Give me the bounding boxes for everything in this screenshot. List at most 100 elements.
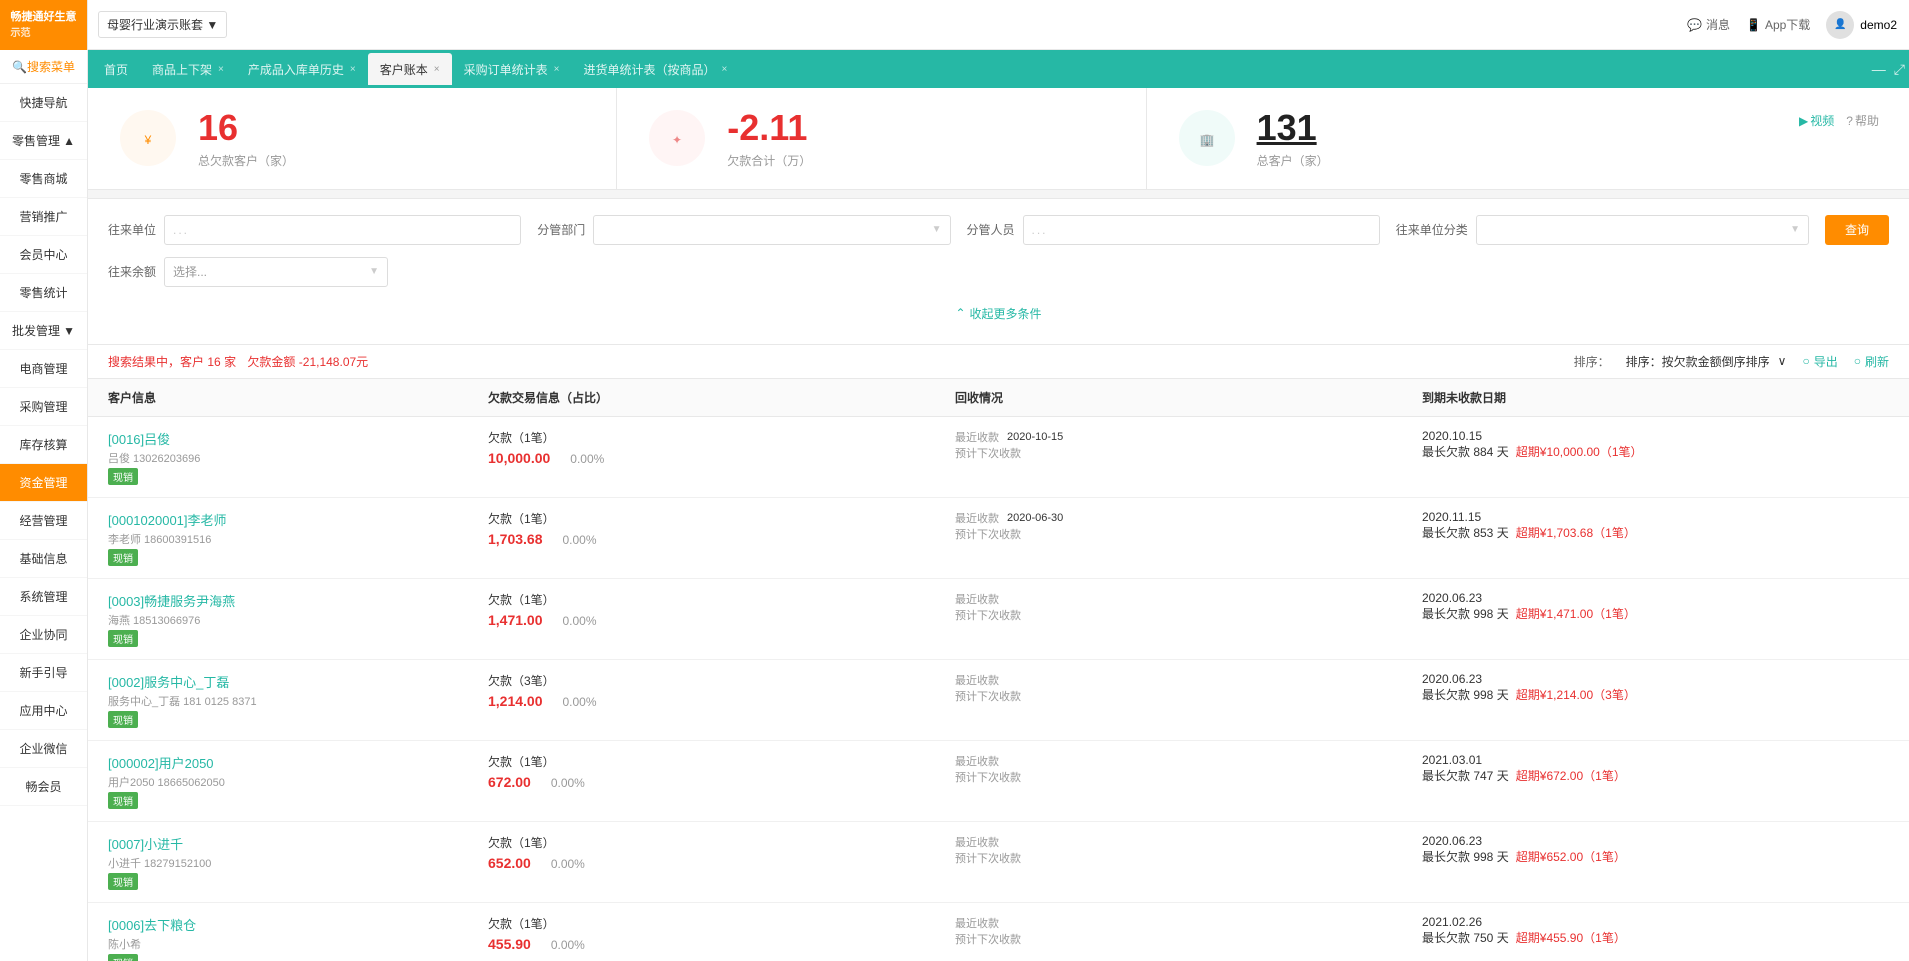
tab-production-history[interactable]: 产成品入库单历史 × [236,53,368,85]
source-unit-input[interactable]: ... [164,215,521,245]
overdue-link-3[interactable]: 超期¥1,214.00（3笔） [1516,688,1636,702]
overdue-info-2: 最长欠款 998 天 超期¥1,471.00（1笔） [1422,605,1889,622]
svg-text:🏢: 🏢 [1199,133,1214,147]
sidebar-item-basic-info[interactable]: 基础信息 [0,540,87,578]
video-btn[interactable]: ▶ 视频 [1799,112,1834,129]
tab-goods-stats[interactable]: 进货单统计表（按商品） × [571,53,739,85]
filter-area: 往来单位 ... 分管部门 ▼ 分管人员 ... [88,198,1909,344]
result-debt-value: -21,148.07元 [299,355,368,369]
sidebar-item-batch-mgmt[interactable]: 批发管理 ▼ [0,312,87,350]
recovery-label-2: 最近收款 [955,591,999,607]
sidebar-item-purchase[interactable]: 采购管理 [0,388,87,426]
msg-label: 消息 [1706,16,1730,33]
filter-balance: 往来余额 选择... ▼ [108,257,388,287]
table-row: [0006]去下粮仓 陈小希 现销 欠款（1笔） 455.90 0.00% 最近… [88,903,1909,961]
message-btn[interactable]: 💬 消息 [1687,16,1730,33]
debt-ratio-5: 0.00% [551,857,585,871]
svg-text:✦: ✦ [672,133,682,147]
sidebar-item-ecom[interactable]: 电商管理 [0,350,87,388]
tab-minimize-icon[interactable]: — [1872,61,1886,78]
manager-input[interactable]: ... [1023,215,1380,245]
tab-home[interactable]: 首页 [92,53,140,85]
overdue-link-0[interactable]: 超期¥10,000.00（1笔） [1516,445,1643,459]
sidebar-item-inventory[interactable]: 库存核算 [0,426,87,464]
debt-ratio-3: 0.00% [563,695,597,709]
ops-label: 经营管理 [19,514,67,528]
sidebar-item-enterprise[interactable]: 企业协同 [0,616,87,654]
logo-text: 畅捷通好生意 [11,11,77,24]
tab-customer-account[interactable]: 客户账本 × [368,53,452,85]
sidebar-item-sys[interactable]: 系统管理 [0,578,87,616]
search-menu-btn[interactable]: 🔍 搜索菜单 [0,50,87,84]
sidebar-item-member[interactable]: 会员中心 [0,236,87,274]
help-btn[interactable]: ? 帮助 [1846,112,1879,129]
overdue-link-4[interactable]: 超期¥672.00（1笔） [1516,769,1626,783]
debt-info-4: 欠款（1笔） 672.00 0.00% [488,753,955,794]
app-center-label: 应用中心 [19,704,67,718]
debt-amount-0: 10,000.00 [488,450,550,466]
customer-tag-6: 现销 [108,954,138,961]
sidebar-item-retail-mgmt[interactable]: 零售管理 ▲ [0,122,87,160]
debt-row-4: 672.00 0.00% [488,774,955,790]
tab-maximize-icon[interactable]: ⤢ [1894,61,1905,78]
debt-count-1: 欠款（1笔） [488,510,955,527]
quick-nav-label: 快捷导航 [19,96,67,110]
recovery-next-0: 预计下次收款 [955,445,1422,461]
dept-input[interactable]: ▼ [593,215,950,245]
tab-goods-stats-close[interactable]: × [721,64,727,75]
col-header-due: 到期未收款日期 [1422,389,1889,406]
sidebar-item-retail-store[interactable]: 零售商城 [0,160,87,198]
customer-name-2[interactable]: [0003]畅捷服务尹海燕 [108,591,488,610]
recovery-label-3: 最近收款 [955,672,999,688]
sidebar-item-retail-stats[interactable]: 零售统计 [0,274,87,312]
overdue-link-1[interactable]: 超期¥1,703.68（1笔） [1516,526,1636,540]
tab-production-history-close[interactable]: × [350,64,356,75]
sidebar-item-app-center[interactable]: 应用中心 [0,692,87,730]
customer-name-0[interactable]: [0016]吕俊 [108,429,488,448]
col-header-customer: 客户信息 [108,389,488,406]
customer-name-4[interactable]: [000002]用户2050 [108,753,488,772]
username: demo2 [1860,18,1897,32]
customer-name-1[interactable]: [0001020001]李老师 [108,510,488,529]
tab-goods-shelf[interactable]: 商品上下架 × [140,53,236,85]
overdue-link-2[interactable]: 超期¥1,471.00（1笔） [1516,607,1636,621]
search-button[interactable]: 查询 [1825,215,1889,245]
unit-category-input[interactable]: ▼ [1476,215,1809,245]
user-area[interactable]: 👤 demo2 [1826,11,1897,39]
refresh-btn[interactable]: ○ 刷新 [1854,353,1889,370]
tab-customer-account-close[interactable]: × [434,64,440,75]
customer-name-6[interactable]: [0006]去下粮仓 [108,915,488,934]
customer-name-3[interactable]: [0002]服务中心_丁磊 [108,672,488,691]
tab-purchase-order-close[interactable]: × [554,64,560,75]
overdue-link-6[interactable]: 超期¥455.90（1笔） [1516,931,1626,945]
customer-info-5: [0007]小进千 小进千 18279152100 现销 [108,834,488,890]
stat-label-3: 总客户（家） [1257,152,1329,169]
tab-goods-stats-label: 进货单统计表（按商品） [583,61,715,78]
sidebar-item-newbie[interactable]: 新手引导 [0,654,87,692]
app-download-btn[interactable]: 📱 App下载 [1746,16,1810,33]
tabbar: 首页 商品上下架 × 产成品入库单历史 × 客户账本 × 采购订单统计表 × 进… [88,50,1909,88]
overdue-link-5[interactable]: 超期¥652.00（1笔） [1516,850,1626,864]
industry-select[interactable]: 母婴行业演示账套 ▼ [98,11,227,38]
export-btn[interactable]: ○ 导出 [1802,353,1837,370]
sidebar-item-wechat[interactable]: 企业微信 [0,730,87,768]
stat-label-1: 总欠款客户（家） [198,152,294,169]
due-date-1: 2020.11.15 [1422,510,1889,524]
balance-select[interactable]: 选择... ▼ [164,257,388,287]
sidebar-item-quick-nav[interactable]: 快捷导航 [0,84,87,122]
tab-purchase-order[interactable]: 采购订单统计表 × [452,53,572,85]
customer-tag-1: 现销 [108,549,138,566]
sidebar-item-vip[interactable]: 畅会员 [0,768,87,806]
tab-goods-shelf-close[interactable]: × [218,64,224,75]
sort-select[interactable]: 排序：按欠款金额倒序排序 ∨ [1626,353,1787,370]
collapse-btn[interactable]: ⌃ 收起更多条件 [108,299,1889,328]
sidebar-item-ops[interactable]: 经营管理 [0,502,87,540]
help-label: 帮助 [1855,112,1879,129]
sidebar-item-finance[interactable]: 资金管理 [0,464,87,502]
recovery-date-0: 2020-10-15 [1007,431,1063,443]
sidebar-item-marketing[interactable]: 营销推广 [0,198,87,236]
logo-sub: 示范 [11,24,77,39]
customer-name-5[interactable]: [0007]小进千 [108,834,488,853]
stat-info-2: -2.11 欠款合计（万） [727,108,811,169]
inventory-label: 库存核算 [19,438,67,452]
